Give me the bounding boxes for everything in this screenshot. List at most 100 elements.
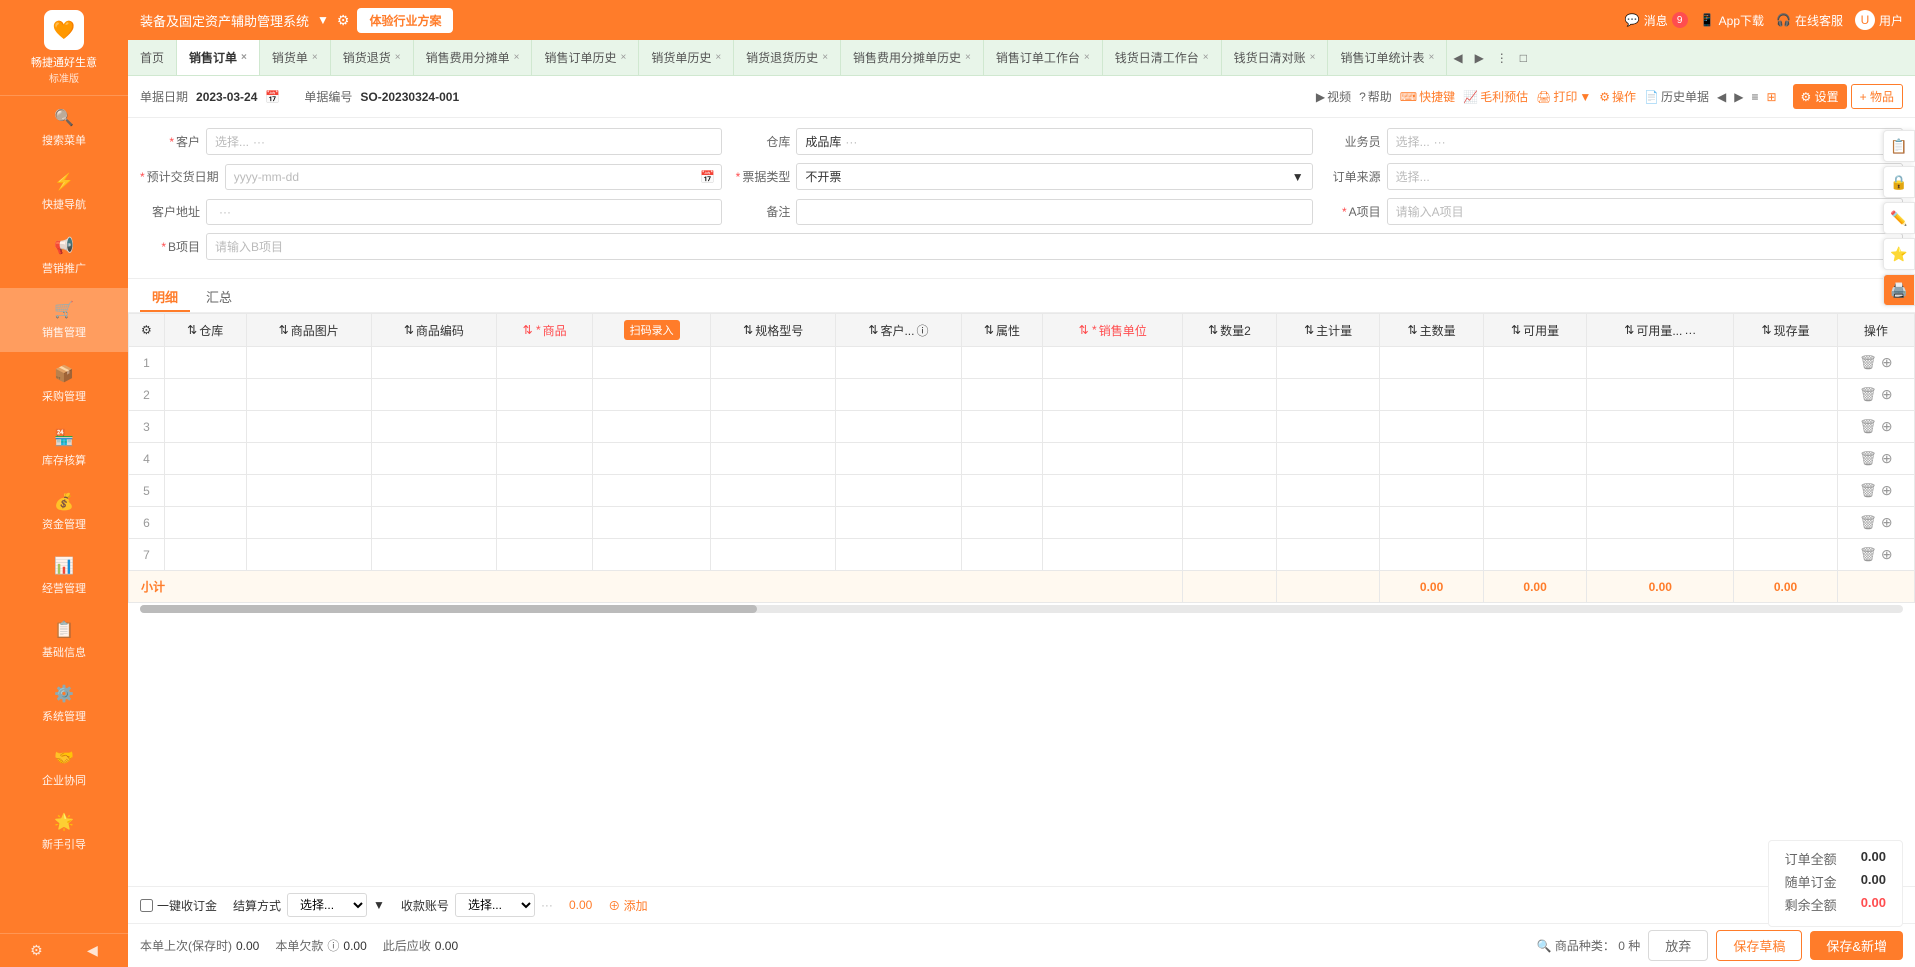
b-project-input[interactable]: 请输入B项目 <box>206 233 1903 260</box>
sidebar-item-operations[interactable]: 📊 经营管理 <box>0 544 128 608</box>
row-1-available1[interactable] <box>1483 347 1586 379</box>
row-4-copy-icon[interactable]: ⊕ <box>1881 450 1893 467</box>
col-main-qty[interactable]: ⇅ 主数量 <box>1380 314 1483 347</box>
salesperson-input[interactable]: 选择... ··· <box>1387 128 1903 155</box>
row-1-stock[interactable] <box>1734 347 1837 379</box>
notes-input[interactable] <box>796 199 1312 225</box>
tab-expense-split-close[interactable]: × <box>514 52 520 63</box>
tab-expense-history[interactable]: 销售费用分摊单历史 × <box>841 40 984 75</box>
calendar-icon[interactable]: 📅 <box>265 90 280 104</box>
col-code[interactable]: ⇅ 商品编码 <box>371 314 496 347</box>
print-link[interactable]: 🖨 打印 ▼ <box>1536 88 1591 105</box>
col-goods[interactable]: ⇅ *商品 <box>497 314 593 347</box>
tab-home[interactable]: 首页 <box>128 40 177 75</box>
tab-sales-order[interactable]: 销售订单 × <box>177 40 260 75</box>
col-spec[interactable]: ⇅ 规格型号 <box>711 314 836 347</box>
print-dropdown-icon[interactable]: ▼ <box>1579 90 1591 104</box>
a-project-input[interactable]: 请输入A项目 <box>1387 198 1903 225</box>
col-attr[interactable]: ⇅ 属性 <box>961 314 1043 347</box>
salesperson-more-icon[interactable]: ··· <box>1434 135 1446 149</box>
tab-sales-refund[interactable]: 销货退货 × <box>331 40 414 75</box>
row-6-copy-icon[interactable]: ⊕ <box>1881 514 1893 531</box>
sidebar-item-basic[interactable]: 📋 基础信息 <box>0 608 128 672</box>
row-7-copy-icon[interactable]: ⊕ <box>1881 546 1893 563</box>
tab-sales-workbench-close[interactable]: × <box>1084 52 1090 63</box>
col-image[interactable]: ⇅ 商品图片 <box>246 314 371 347</box>
sidebar-item-system[interactable]: ⚙️ 系统管理 <box>0 672 128 736</box>
customer-address-input[interactable]: ··· <box>206 199 722 225</box>
row-1-main-unit[interactable] <box>1276 347 1379 379</box>
side-action-1[interactable]: 📋 <box>1883 130 1915 162</box>
col-stock[interactable]: ⇅ 现存量 <box>1734 314 1837 347</box>
date-value[interactable]: 2023-03-24 <box>196 90 257 104</box>
tab-next[interactable]: ▶ <box>1469 40 1490 75</box>
tab-sales-order-close[interactable]: × <box>241 52 247 63</box>
side-action-4[interactable]: ⭐ <box>1883 238 1915 270</box>
side-action-5[interactable]: 🖨️ <box>1883 274 1915 306</box>
add-goods-button[interactable]: + 物品 <box>1851 84 1903 109</box>
tab-expense-split[interactable]: 销售费用分摊单 × <box>414 40 533 75</box>
nav-prev-icon[interactable]: ◀ <box>1717 90 1726 104</box>
delivery-date-input[interactable]: yyyy-mm-dd 📅 <box>225 164 723 190</box>
row-1-scan[interactable] <box>593 347 711 379</box>
col-warehouse[interactable]: ⇅ 仓库 <box>164 314 246 347</box>
detail-tab-summary[interactable]: 汇总 <box>194 283 244 312</box>
app-download-item[interactable]: 📱 App下载 <box>1700 12 1764 29</box>
row-7-delete-icon[interactable]: 🗑 <box>1859 546 1877 563</box>
scroll-indicator[interactable] <box>128 603 1915 615</box>
tab-prev[interactable]: ◀ <box>1447 40 1468 75</box>
tab-sales-stats-close[interactable]: × <box>1428 52 1434 63</box>
row-3-copy-icon[interactable]: ⊕ <box>1881 418 1893 435</box>
order-source-input[interactable]: 选择... <box>1387 163 1903 190</box>
tab-sales-workbench[interactable]: 销售订单工作台 × <box>984 40 1103 75</box>
add-button[interactable]: ⊕ 添加 <box>608 897 647 914</box>
tab-return-history-close[interactable]: × <box>715 52 721 63</box>
grid-view-icon[interactable]: ⊞ <box>1766 90 1776 104</box>
col-customer-code[interactable]: ⇅ 客户... ⓘ <box>836 314 961 347</box>
scan-button[interactable]: 扫码录入 <box>624 320 680 340</box>
profit-link[interactable]: 📈 毛利预估 <box>1463 88 1528 105</box>
tab-refund-history-close[interactable]: × <box>822 52 828 63</box>
col-available1[interactable]: ⇅ 可用量 <box>1483 314 1586 347</box>
row-1-attr[interactable] <box>961 347 1043 379</box>
tab-expense-history-close[interactable]: × <box>965 52 971 63</box>
message-item[interactable]: 💬 消息 9 <box>1625 12 1688 29</box>
tab-sales-refund-close[interactable]: × <box>395 52 401 63</box>
settings-gear-icon[interactable]: ⚙ <box>337 12 350 29</box>
row-4-delete-icon[interactable]: 🗑 <box>1859 450 1877 467</box>
invoice-type-select[interactable]: 不开票 ▼ <box>796 163 1312 190</box>
user-item[interactable]: U 用户 <box>1855 10 1903 30</box>
row-3-delete-icon[interactable]: 🗑 <box>1859 418 1877 435</box>
help-link[interactable]: ? 帮助 <box>1359 88 1392 105</box>
row-2-delete-icon[interactable]: 🗑 <box>1859 386 1877 403</box>
discard-button[interactable]: 放弃 <box>1648 930 1708 961</box>
sidebar-item-quick[interactable]: ⚡ 快捷导航 <box>0 160 128 224</box>
tab-order-history-close[interactable]: × <box>620 52 626 63</box>
address-more-icon[interactable]: ··· <box>219 205 231 219</box>
sidebar-item-sales[interactable]: 🛒 销售管理 <box>0 288 128 352</box>
save-draft-button[interactable]: 保存草稿 <box>1716 930 1802 961</box>
sidebar-item-guide[interactable]: 🌟 新手引导 <box>0 800 128 864</box>
warehouse-more-icon[interactable]: ··· <box>845 135 857 149</box>
receipt-no-select[interactable]: 选择... <box>455 893 535 917</box>
system-dropdown-icon[interactable]: ▼ <box>317 13 329 27</box>
detail-tab-mingxi[interactable]: 明细 <box>140 283 190 312</box>
col-settings[interactable]: ⚙ <box>129 314 165 347</box>
save-new-button[interactable]: 保存&新增 <box>1810 931 1903 960</box>
shortcut-link[interactable]: ⌨ 快捷键 <box>1400 88 1455 105</box>
row-6-delete-icon[interactable]: 🗑 <box>1859 514 1877 531</box>
delivery-calendar-icon[interactable]: 📅 <box>700 170 715 184</box>
view-link[interactable]: ▶ 视频 <box>1316 88 1351 105</box>
row-1-code[interactable] <box>371 347 496 379</box>
side-action-2[interactable]: 🔒 <box>1883 166 1915 198</box>
tab-order-history[interactable]: 销售订单历史 × <box>532 40 639 75</box>
online-service-item[interactable]: 🎧 在线客服 <box>1776 12 1843 29</box>
tab-cash-workbench[interactable]: 钱货日清工作台 × <box>1103 40 1222 75</box>
sidebar-item-purchase[interactable]: 📦 采购管理 <box>0 352 128 416</box>
row-1-available2[interactable] <box>1587 347 1734 379</box>
side-action-3[interactable]: ✏️ <box>1883 202 1915 234</box>
industry-solution-button[interactable]: 体验行业方案 <box>357 8 453 33</box>
tab-cash-reconcile[interactable]: 钱货日清对账 × <box>1222 40 1329 75</box>
col-available2[interactable]: ⇅ 可用量...… <box>1587 314 1734 347</box>
nav-next-icon[interactable]: ▶ <box>1734 90 1743 104</box>
